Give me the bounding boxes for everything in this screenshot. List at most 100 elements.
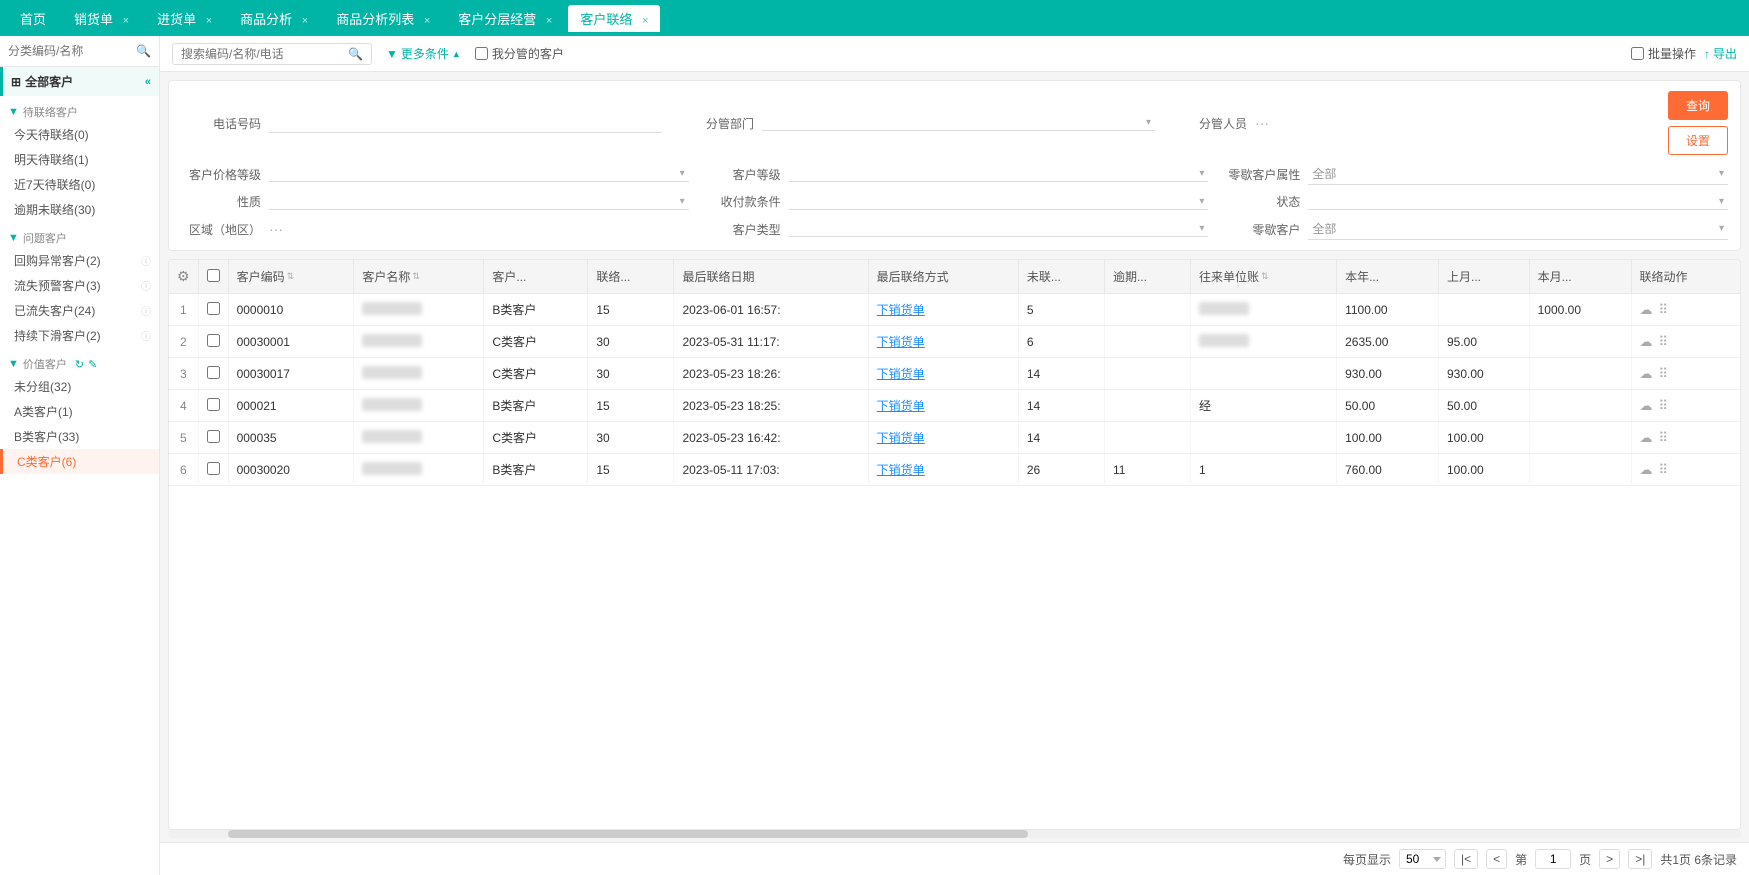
contact-icon-4[interactable]: ☁ <box>1640 430 1653 446</box>
contact-icon-1[interactable]: ☁ <box>1640 334 1653 350</box>
contact-icon-3[interactable]: ☁ <box>1640 398 1653 414</box>
last-page-btn[interactable]: >| <box>1628 849 1652 869</box>
sort-code[interactable]: ⇅ <box>287 271 295 282</box>
cell-checkbox-0[interactable] <box>198 294 228 326</box>
cell-last-method-2[interactable]: 下销货单 <box>868 358 1018 390</box>
arrow-pending[interactable]: ▼ <box>8 106 19 118</box>
cell-checkbox-5[interactable] <box>198 454 228 486</box>
nav-sales[interactable]: 销货单 × <box>62 5 141 32</box>
last-method-link-2[interactable]: 下销货单 <box>877 367 925 381</box>
row-checkbox-3[interactable] <box>207 398 220 411</box>
cell-last-method-0[interactable]: 下销货单 <box>868 294 1018 326</box>
close-purchase-icon[interactable]: × <box>206 15 212 27</box>
sidebar-item-lost[interactable]: 已流失客户(24) ⓘ <box>0 298 159 323</box>
sidebar-item-7days[interactable]: 近7天待联络(0) <box>0 172 159 197</box>
retail-attr-select[interactable]: 全部 ▾ <box>1308 163 1728 185</box>
customer-level-select[interactable]: ▾ <box>789 166 1209 182</box>
value-level-select[interactable]: ▾ <box>269 166 689 182</box>
sort-trade[interactable]: ⇅ <box>1261 271 1269 282</box>
cell-checkbox-4[interactable] <box>198 422 228 454</box>
close-customer-contact-icon[interactable]: × <box>642 15 648 27</box>
my-customers-checkbox[interactable] <box>475 47 488 60</box>
cell-last-method-5[interactable]: 下销货单 <box>868 454 1018 486</box>
search-input[interactable] <box>181 47 344 61</box>
last-method-link-0[interactable]: 下销货单 <box>877 303 925 317</box>
sidebar-search-icon[interactable]: 🔍 <box>136 44 151 58</box>
close-sales-icon[interactable]: × <box>123 15 129 27</box>
nav-home[interactable]: 首页 <box>8 5 58 32</box>
th-settings[interactable]: ⚙ <box>169 260 198 294</box>
cell-checkbox-2[interactable] <box>198 358 228 390</box>
export-btn[interactable]: ↑ 导出 <box>1704 45 1737 62</box>
phone-input[interactable] <box>269 114 662 133</box>
sidebar-item-type-c[interactable]: C类客户(6) <box>0 449 159 474</box>
sort-name[interactable]: ⇅ <box>412 271 420 282</box>
cell-last-method-4[interactable]: 下销货单 <box>868 422 1018 454</box>
first-page-btn[interactable]: |< <box>1454 849 1478 869</box>
sidebar-item-tomorrow[interactable]: 明天待联络(1) <box>0 147 159 172</box>
sidebar-search-input[interactable] <box>8 44 132 58</box>
region-dots[interactable]: ··· <box>269 221 283 237</box>
nature-select[interactable]: ▾ <box>269 194 689 210</box>
col-settings-icon[interactable]: ⚙ <box>177 268 190 284</box>
cell-last-method-1[interactable]: 下销货单 <box>868 326 1018 358</box>
query-button[interactable]: 查询 <box>1668 91 1728 120</box>
row-checkbox-4[interactable] <box>207 430 220 443</box>
more-action-icon-2[interactable]: ⠿ <box>1659 366 1669 382</box>
prev-page-btn[interactable]: < <box>1486 849 1507 869</box>
more-action-icon-4[interactable]: ⠿ <box>1659 430 1669 446</box>
nav-customer-tier[interactable]: 客户分层经营 × <box>446 5 564 32</box>
edit-icon-value[interactable]: ✎ <box>88 358 97 371</box>
next-page-btn[interactable]: > <box>1599 849 1620 869</box>
sidebar-item-warning[interactable]: 流失预警客户(3) ⓘ <box>0 273 159 298</box>
retail-select[interactable]: 全部 ▾ <box>1308 218 1728 240</box>
nav-customer-contact[interactable]: 客户联络 × <box>568 5 660 32</box>
contact-icon-0[interactable]: ☁ <box>1640 302 1653 318</box>
more-action-icon-1[interactable]: ⠿ <box>1659 334 1669 350</box>
page-number-input[interactable] <box>1535 849 1571 869</box>
batch-op-checkbox[interactable] <box>1631 47 1644 60</box>
more-action-icon-0[interactable]: ⠿ <box>1659 302 1669 318</box>
status-select[interactable]: ▾ <box>1308 194 1728 210</box>
sidebar-item-overdue[interactable]: 逾期未联络(30) <box>0 197 159 222</box>
sidebar-item-abnormal[interactable]: 回购异常客户(2) ⓘ <box>0 248 159 273</box>
row-checkbox-5[interactable] <box>207 462 220 475</box>
nav-analysis[interactable]: 商品分析 × <box>228 5 320 32</box>
customer-type-select[interactable]: ▾ <box>789 221 1209 237</box>
more-conditions-btn[interactable]: ▼ 更多条件 ▲ <box>380 42 467 65</box>
search-icon[interactable]: 🔍 <box>348 47 363 61</box>
refresh-icon-value[interactable]: ↻ <box>75 358 84 371</box>
sidebar-item-today[interactable]: 今天待联络(0) <box>0 122 159 147</box>
select-all-checkbox[interactable] <box>207 269 220 282</box>
arrow-problem[interactable]: ▼ <box>8 232 19 244</box>
sidebar-all-customers[interactable]: ⊞ 全部客户 « <box>0 67 159 96</box>
cell-checkbox-1[interactable] <box>198 326 228 358</box>
more-action-icon-3[interactable]: ⠿ <box>1659 398 1669 414</box>
close-analysis-list-icon[interactable]: × <box>424 15 430 27</box>
cell-checkbox-3[interactable] <box>198 390 228 422</box>
row-checkbox-2[interactable] <box>207 366 220 379</box>
row-checkbox-0[interactable] <box>207 302 220 315</box>
nav-analysis-list[interactable]: 商品分析列表 × <box>324 5 442 32</box>
last-method-link-1[interactable]: 下销货单 <box>877 335 925 349</box>
settings-button[interactable]: 设置 <box>1668 126 1728 155</box>
scrollbar-thumb[interactable] <box>228 830 1028 838</box>
per-page-select[interactable]: 50 100 200 <box>1399 849 1446 869</box>
more-action-icon-5[interactable]: ⠿ <box>1659 462 1669 478</box>
nav-purchase[interactable]: 进货单 × <box>145 5 224 32</box>
close-customer-tier-icon[interactable]: × <box>546 15 552 27</box>
sidebar-item-type-a[interactable]: A类客户(1) <box>0 399 159 424</box>
manager-dots[interactable]: ··· <box>1255 115 1269 131</box>
dept-select[interactable]: ▾ <box>762 115 1155 131</box>
sidebar-item-ungroup[interactable]: 未分组(32) <box>0 374 159 399</box>
last-method-link-5[interactable]: 下销货单 <box>877 463 925 477</box>
row-checkbox-1[interactable] <box>207 334 220 347</box>
payment-select[interactable]: ▾ <box>789 194 1209 210</box>
horizontal-scrollbar[interactable] <box>168 830 1741 838</box>
last-method-link-3[interactable]: 下销货单 <box>877 399 925 413</box>
close-analysis-icon[interactable]: × <box>302 15 308 27</box>
sidebar-item-declining[interactable]: 持续下滑客户(2) ⓘ <box>0 323 159 348</box>
arrow-value[interactable]: ▼ <box>8 358 19 370</box>
cell-last-method-3[interactable]: 下销货单 <box>868 390 1018 422</box>
contact-icon-5[interactable]: ☁ <box>1640 462 1653 478</box>
